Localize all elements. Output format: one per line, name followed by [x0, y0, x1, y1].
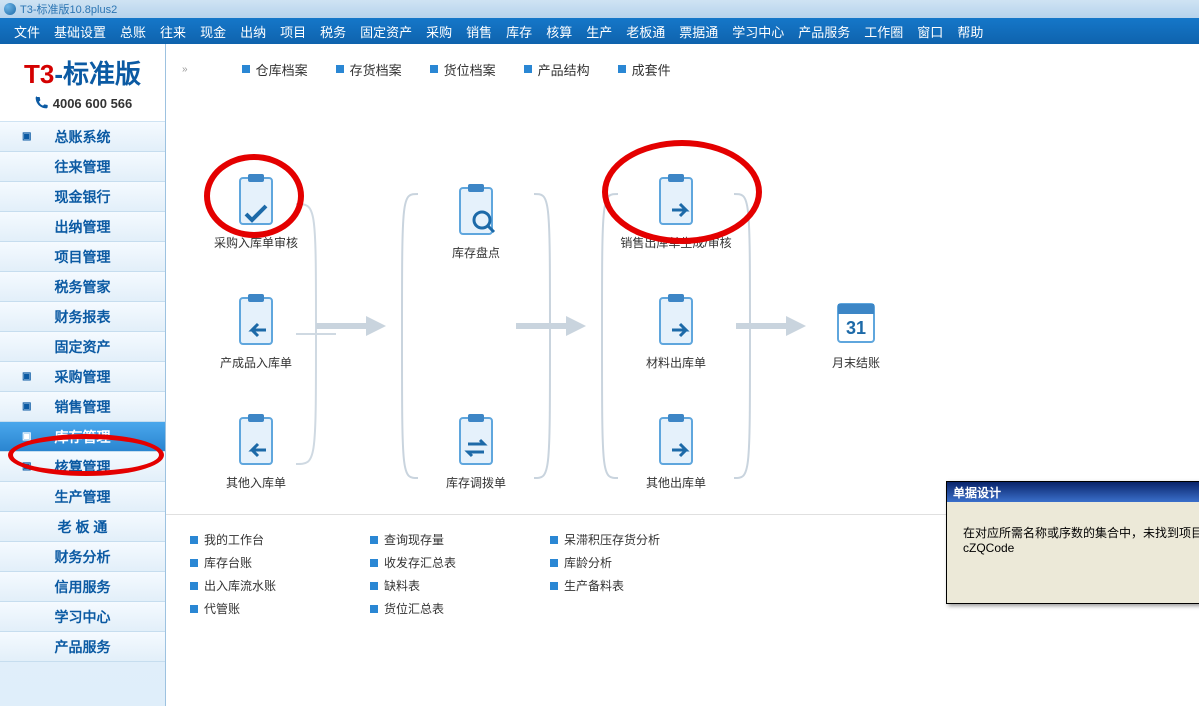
link[interactable]: 我的工作台: [190, 531, 310, 548]
chevron-right-icon: »: [182, 64, 190, 75]
menu-item[interactable]: 生产: [586, 22, 612, 41]
menu-item[interactable]: 销售: [466, 22, 492, 41]
menu-item[interactable]: 固定资产: [360, 22, 412, 41]
flow-inventory-check[interactable]: 库存盘点: [416, 184, 536, 261]
bracket-right-open: [594, 180, 618, 492]
tab[interactable]: 仓库档案: [242, 60, 308, 79]
sidebar-item[interactable]: ▣核算管理: [0, 452, 165, 482]
menu-item[interactable]: 文件: [14, 22, 40, 41]
menu-item[interactable]: 帮助: [957, 22, 983, 41]
clipboard-icon: [452, 184, 500, 238]
menu-item[interactable]: 出纳: [240, 22, 266, 41]
menu-item[interactable]: 窗口: [917, 22, 943, 41]
sidebar-item[interactable]: 老 板 通: [0, 512, 165, 542]
clipboard-in-icon: [232, 294, 280, 348]
menu-item[interactable]: 现金: [200, 22, 226, 41]
sidebar-item[interactable]: 税务管家: [0, 272, 165, 302]
logo-box: T3-标准版 4006 600 566: [0, 44, 165, 122]
menu-item[interactable]: 税务: [320, 22, 346, 41]
arrow-icon: [316, 314, 386, 338]
link[interactable]: 货位汇总表: [370, 600, 490, 617]
link[interactable]: 查询现存量: [370, 531, 490, 548]
dialog-message: 在对应所需名称或序数的集合中，未找到项目。---cZQCode: [947, 502, 1199, 565]
link[interactable]: 呆滞积压存货分析: [550, 531, 710, 548]
sidebar-item[interactable]: 往来管理: [0, 152, 165, 182]
error-dialog: 单据设计 ✕ 在对应所需名称或序数的集合中，未找到项目。---cZQCode 确…: [946, 481, 1199, 604]
menu-item[interactable]: 产品服务: [798, 22, 850, 41]
workflow-diagram: 采购入库单审核 库存盘点 销售出库单生成/审核 产成品入库单 材料出库单 31: [166, 124, 1199, 514]
sidebar-item[interactable]: 产品服务: [0, 632, 165, 662]
clipboard-transfer-icon: [452, 414, 500, 468]
dialog-titlebar[interactable]: 单据设计 ✕: [947, 482, 1199, 502]
flow-month-end[interactable]: 31 月末结账: [796, 294, 916, 371]
menu-item[interactable]: 库存: [506, 22, 532, 41]
sidebar-item[interactable]: 生产管理: [0, 482, 165, 512]
svg-text:31: 31: [846, 318, 866, 338]
menu-item[interactable]: 总账: [120, 22, 146, 41]
sidebar-item-inventory[interactable]: ▣库存管理: [0, 422, 165, 452]
tab[interactable]: 产品结构: [524, 60, 590, 79]
link[interactable]: 生产备料表: [550, 577, 710, 594]
link[interactable]: 缺料表: [370, 577, 490, 594]
arrow-icon: [736, 314, 806, 338]
clipboard-out-icon: [652, 174, 700, 228]
dialog-title: 单据设计: [953, 484, 1001, 501]
menu-item[interactable]: 往来: [160, 22, 186, 41]
sidebar-item[interactable]: ▣销售管理: [0, 392, 165, 422]
link[interactable]: 收发存汇总表: [370, 554, 490, 571]
clipboard-icon: [232, 174, 280, 228]
menu-item[interactable]: 采购: [426, 22, 452, 41]
sidebar-item[interactable]: 财务分析: [0, 542, 165, 572]
menu-item[interactable]: 项目: [280, 22, 306, 41]
calendar-icon: 31: [832, 294, 880, 348]
flow-transfer[interactable]: 库存调拨单: [416, 414, 536, 491]
tab[interactable]: 货位档案: [430, 60, 496, 79]
flow-sales-out-audit[interactable]: 销售出库单生成/审核: [616, 174, 736, 251]
clipboard-out-icon: [652, 414, 700, 468]
tab-bar: » 仓库档案 存货档案 货位档案 产品结构 成套件: [166, 44, 1199, 94]
sidebar-item[interactable]: ▣总账系统: [0, 122, 165, 152]
link[interactable]: 库龄分析: [550, 554, 710, 571]
sidebar-item[interactable]: 财务报表: [0, 302, 165, 332]
menu-item[interactable]: 学习中心: [732, 22, 784, 41]
main-content: » 仓库档案 存货档案 货位档案 产品结构 成套件 采购入库单审核 库存盘点 销…: [166, 44, 1199, 706]
nav: ▣总账系统 往来管理 现金银行 出纳管理 项目管理 税务管家 财务报表 固定资产…: [0, 122, 165, 706]
sidebar-item[interactable]: ▣采购管理: [0, 362, 165, 392]
sidebar-item[interactable]: 学习中心: [0, 602, 165, 632]
phone-icon: [33, 95, 49, 111]
clipboard-in-icon: [232, 414, 280, 468]
phone-number: 4006 600 566: [53, 96, 133, 111]
tab[interactable]: 成套件: [618, 60, 671, 79]
clipboard-out-icon: [652, 294, 700, 348]
menu-item[interactable]: 老板通: [626, 22, 665, 41]
window-title: T3-标准版10.8plus2: [20, 1, 117, 17]
arrow-icon: [516, 314, 586, 338]
tab[interactable]: 存货档案: [336, 60, 402, 79]
menu-item[interactable]: 基础设置: [54, 22, 106, 41]
menu-item[interactable]: 工作圈: [864, 22, 903, 41]
menu-item[interactable]: 核算: [546, 22, 572, 41]
link[interactable]: 出入库流水账: [190, 577, 310, 594]
sidebar: T3-标准版 4006 600 566 ▣总账系统 往来管理 现金银行 出纳管理…: [0, 44, 166, 706]
logo-text: T3-标准版: [24, 54, 141, 91]
link[interactable]: 库存台账: [190, 554, 310, 571]
sidebar-item[interactable]: 固定资产: [0, 332, 165, 362]
app-icon: [4, 3, 16, 15]
sidebar-item[interactable]: 出纳管理: [0, 212, 165, 242]
flow-other-out[interactable]: 其他出库单: [616, 414, 736, 491]
menu-item[interactable]: 票据通: [679, 22, 718, 41]
sidebar-item[interactable]: 项目管理: [0, 242, 165, 272]
phone-row: 4006 600 566: [33, 95, 133, 111]
flow-material-out[interactable]: 材料出库单: [616, 294, 736, 371]
sidebar-item[interactable]: 信用服务: [0, 572, 165, 602]
window-titlebar: T3-标准版10.8plus2: [0, 0, 1199, 18]
link[interactable]: 代管账: [190, 600, 310, 617]
sidebar-item[interactable]: 现金银行: [0, 182, 165, 212]
menu-bar: 文件 基础设置 总账 往来 现金 出纳 项目 税务 固定资产 采购 销售 库存 …: [0, 18, 1199, 44]
bracket-center-open: [394, 180, 418, 492]
